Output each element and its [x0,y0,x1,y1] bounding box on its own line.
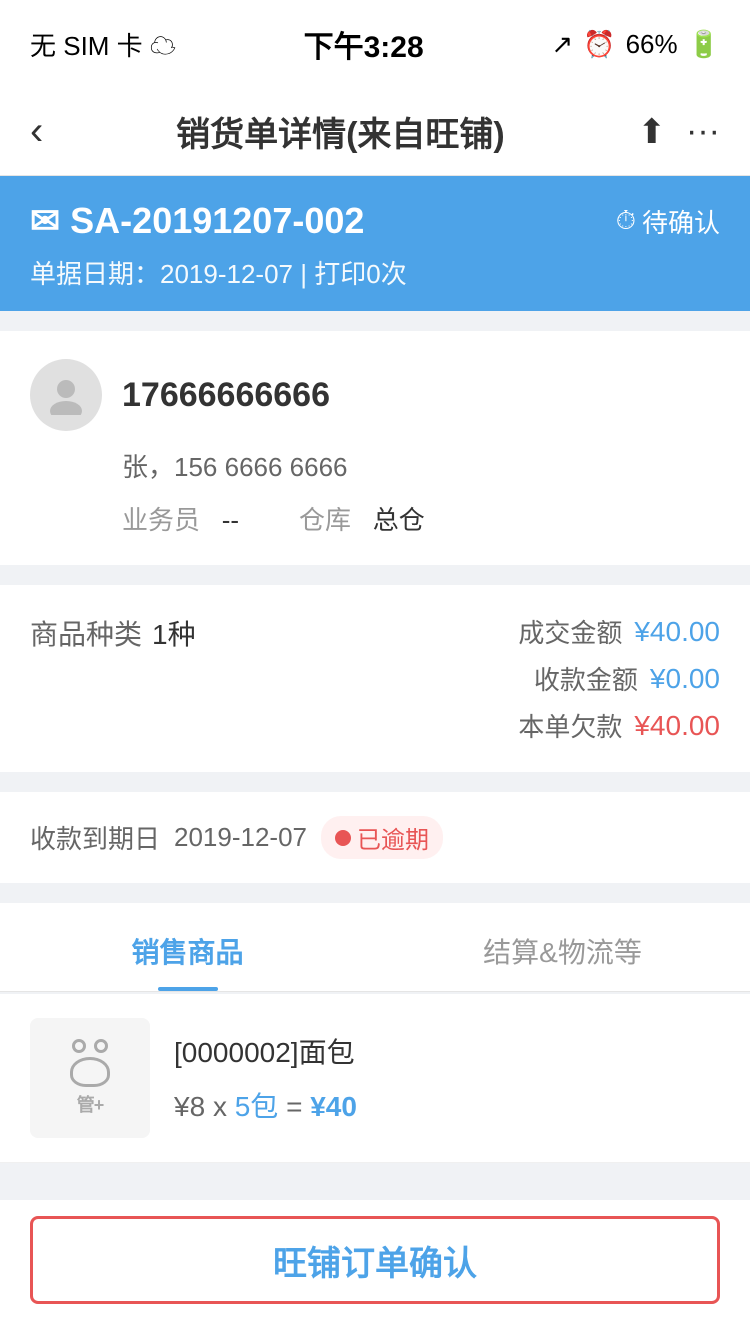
overdue-dot-icon [335,830,351,846]
no-sim-text: 无 SIM 卡 ☁ [30,26,176,63]
order-status: ⏱ 待确认 [616,203,720,240]
customer-card: 17666666666 张，156 6666 6666 业务员 -- 仓库 总仓 [0,331,750,565]
nav-bar: ‹ 销货单详情(来自旺铺) ⬆ ··· [0,88,750,176]
warehouse-value: 总仓 [373,505,425,535]
share-icon[interactable]: ⬆ [638,112,667,152]
product-name: [0000002]面包 [174,1031,720,1071]
owl-right-eye [94,1039,108,1053]
nav-right: ⬆ ··· [638,112,720,152]
status-left: 无 SIM 卡 ☁ [30,26,176,63]
tab-settlement[interactable]: 结算&物流等 [375,903,750,991]
overdue-badge: 已逾期 [321,816,443,859]
back-button[interactable]: ‹ [30,109,43,154]
product-list: 管+ [0000002]面包 ¥8 x 5包 = ¥40 [0,994,750,1163]
nav-left: ‹ [30,109,43,154]
order-icon: ✉ [30,200,60,242]
customer-meta: 业务员 -- 仓库 总仓 [30,500,720,537]
salesperson-value: -- [222,505,239,535]
avatar [30,359,102,431]
status-bar: 无 SIM 卡 ☁ 下午3:28 ↗ ⏰ 66% 🔋 [0,0,750,88]
owl-left-eye [72,1039,86,1053]
owl-text-label: 管+ [77,1091,104,1117]
tab-products[interactable]: 销售商品 [0,903,375,991]
battery-text: 66% [626,29,678,60]
product-thumbnail: 管+ [30,1018,150,1138]
confirm-order-button[interactable]: 旺铺订单确认 [30,1216,720,1304]
due-date-value: 2019-12-07 [174,822,307,853]
clock-icon: ⏱ [616,205,636,237]
customer-name: 张，156 6666 6666 [30,447,720,484]
tabs-container: 销售商品 结算&物流等 [0,903,750,992]
more-icon[interactable]: ··· [686,112,720,151]
product-item: 管+ [0000002]面包 ¥8 x 5包 = ¥40 [0,994,750,1163]
owl-body [70,1057,110,1087]
summary-card: 商品种类 1种 成交金额 ¥40.00 收款金额 ¥0.00 本单欠款 ¥40.… [0,585,750,772]
order-date: 单据日期：2019-12-07 | 打印0次 [30,254,720,291]
customer-phone: 17666666666 [122,376,330,415]
summary-right: 成交金额 ¥40.00 收款金额 ¥0.00 本单欠款 ¥40.00 [518,613,720,744]
order-id: ✉ SA-20191207-002 [30,200,364,242]
status-right: ↗ ⏰ 66% 🔋 [551,29,720,60]
deal-amount-row: 成交金额 ¥40.00 [518,613,720,650]
header-card: ✉ SA-20191207-002 ⏱ 待确认 单据日期：2019-12-07 … [0,176,750,311]
payment-amount-row: 收款金额 ¥0.00 [534,660,720,697]
owed-amount-row: 本单欠款 ¥40.00 [518,707,720,744]
bottom-bar: 旺铺订单确认 [0,1200,750,1334]
battery-icon: 🔋 [688,29,720,60]
product-type: 商品种类 1种 [30,613,196,653]
location-icon: ↗ [551,29,573,60]
page-title: 销货单详情(来自旺铺) [176,107,505,156]
due-date-label: 收款到期日 [30,819,160,856]
product-info: [0000002]面包 ¥8 x 5包 = ¥40 [174,1031,720,1125]
status-time: 下午3:28 [304,22,424,66]
alarm-icon: ⏰ [583,29,615,60]
due-date-card: 收款到期日 2019-12-07 已逾期 [0,792,750,883]
product-price: ¥8 x 5包 = ¥40 [174,1085,720,1125]
warehouse-label: 仓库 [299,505,351,535]
salesperson-label: 业务员 [122,505,200,535]
